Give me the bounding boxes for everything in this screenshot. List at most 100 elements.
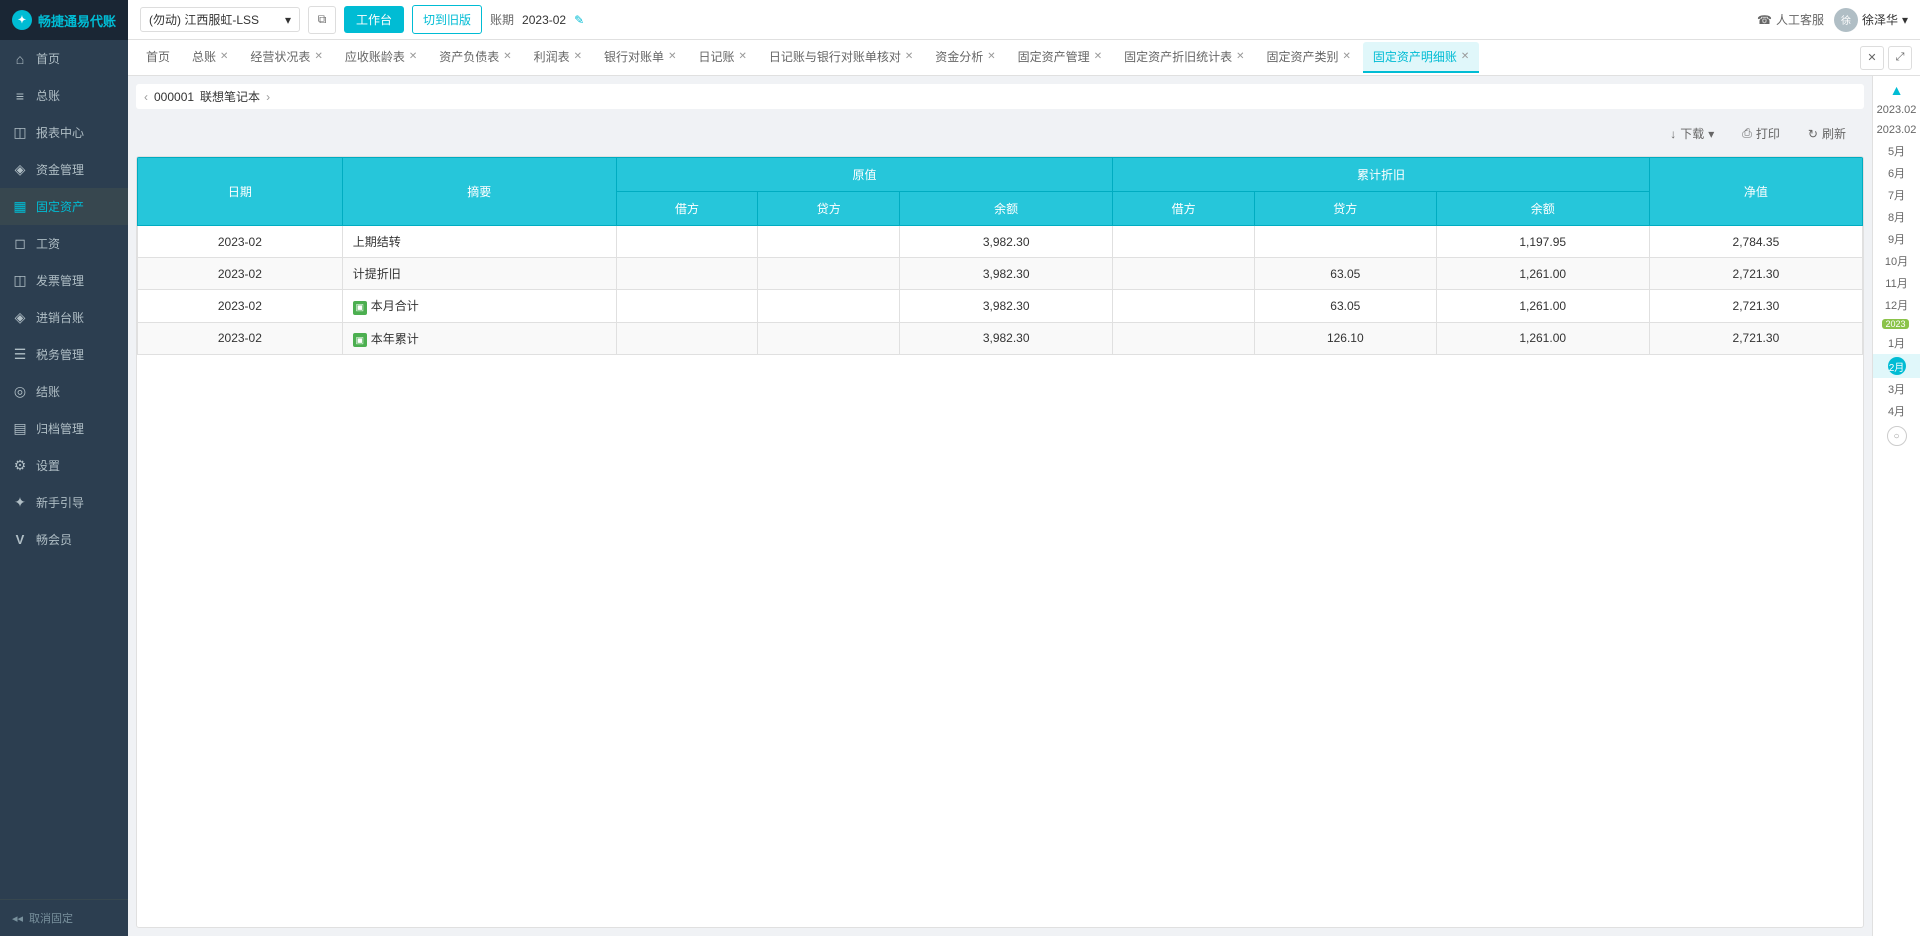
th-depr-balance: 余额 bbox=[1436, 192, 1649, 226]
tab-close-icon[interactable]: ✕ bbox=[738, 51, 746, 62]
cell-orig-debit bbox=[616, 226, 758, 258]
tab-close-icon[interactable]: ✕ bbox=[987, 51, 995, 62]
tab-close-icon[interactable]: ✕ bbox=[1094, 51, 1102, 62]
timeline-month-3[interactable]: 3月 bbox=[1873, 378, 1920, 400]
tab-receivable[interactable]: 应收账龄表 ✕ bbox=[335, 42, 427, 73]
tab-label: 固定资产管理 bbox=[1018, 48, 1090, 65]
sidebar-item-tax[interactable]: ☰ 税务管理 bbox=[0, 336, 128, 373]
sidebar-item-invoice[interactable]: ◫ 发票管理 bbox=[0, 262, 128, 299]
company-dropdown-icon: ▾ bbox=[285, 13, 291, 27]
sidebar-item-archive[interactable]: ▤ 归档管理 bbox=[0, 410, 128, 447]
period-value: 2023-02 bbox=[522, 13, 566, 27]
company-selector[interactable]: (勿动) 江西服虹-LSS ▾ bbox=[140, 7, 300, 32]
sidebar-item-close[interactable]: ◎ 结账 bbox=[0, 373, 128, 410]
tab-bank[interactable]: 银行对账单 ✕ bbox=[594, 42, 686, 73]
timeline-month-9[interactable]: 9月 bbox=[1873, 228, 1920, 250]
active-month-badge[interactable]: 2月 bbox=[1888, 357, 1906, 375]
tab-close-icon[interactable]: ✕ bbox=[220, 51, 228, 62]
cell-depr-balance: 1,261.00 bbox=[1436, 322, 1649, 355]
page-content: ‹ 000001 联想笔记本 › ↓ 下载 ▾ ⎙ 打印 ↻ 刷新 bbox=[128, 76, 1872, 936]
tab-close-icon[interactable]: ✕ bbox=[1343, 51, 1351, 62]
archive-icon: ▤ bbox=[12, 420, 28, 437]
tab-ledger[interactable]: 总账 ✕ bbox=[182, 42, 238, 73]
timeline-month-6[interactable]: 6月 bbox=[1873, 162, 1920, 184]
workbench-button[interactable]: 工作台 bbox=[344, 6, 404, 33]
sidebar-item-guide[interactable]: ✦ 新手引导 bbox=[0, 484, 128, 521]
tab-label: 首页 bbox=[146, 48, 170, 65]
tab-close-icon[interactable]: ✕ bbox=[905, 51, 913, 62]
tab-status[interactable]: 经营状况表 ✕ bbox=[240, 42, 332, 73]
tab-assets[interactable]: 资产负债表 ✕ bbox=[429, 42, 521, 73]
sidebar-item-sales[interactable]: ◈ 进销台账 bbox=[0, 299, 128, 336]
tab-label: 应收账龄表 bbox=[345, 48, 405, 65]
period-edit-icon[interactable]: ✎ bbox=[574, 13, 584, 27]
user-menu[interactable]: 徐 徐泽华 ▾ bbox=[1834, 8, 1908, 32]
download-button[interactable]: ↓ 下载 ▾ bbox=[1660, 121, 1724, 146]
sidebar-item-settings[interactable]: ⚙ 设置 bbox=[0, 447, 128, 484]
timeline-up-button[interactable]: ▲ bbox=[1887, 80, 1907, 100]
tab-close-icon[interactable]: ✕ bbox=[574, 51, 582, 62]
timeline-month-1[interactable]: 1月 bbox=[1873, 332, 1920, 354]
sidebar-item-home[interactable]: ⌂ 首页 bbox=[0, 40, 128, 77]
tab-label: 资金分析 bbox=[935, 48, 983, 65]
cell-depr-debit bbox=[1113, 290, 1255, 323]
timeline-current-year-badge[interactable]: 2023 bbox=[1873, 316, 1920, 332]
sidebar-item-label: 固定资产 bbox=[36, 198, 84, 215]
sidebar-item-reports[interactable]: ◫ 报表中心 bbox=[0, 114, 128, 151]
timeline-year-label[interactable]: 2023.02 bbox=[1875, 120, 1919, 140]
tab-journal[interactable]: 日记账 ✕ bbox=[688, 42, 756, 73]
sidebar-item-salary[interactable]: ◻ 工资 bbox=[0, 225, 128, 262]
switch-version-button[interactable]: 切到旧版 bbox=[412, 5, 482, 34]
cell-depr-credit: 63.05 bbox=[1254, 258, 1436, 290]
tab-profit[interactable]: 利润表 ✕ bbox=[524, 42, 592, 73]
timeline-month-2[interactable]: 2月 bbox=[1873, 354, 1920, 378]
sidebar-item-fixed[interactable]: ▦ 固定资产 bbox=[0, 188, 128, 225]
tab-depreciation[interactable]: 固定资产折旧统计表 ✕ bbox=[1114, 42, 1254, 73]
th-accumulated-depr-group: 累计折旧 bbox=[1113, 158, 1650, 192]
copy-button[interactable]: ⧉ bbox=[308, 6, 336, 34]
breadcrumb-forward[interactable]: › bbox=[266, 90, 270, 104]
tab-category[interactable]: 固定资产类别 ✕ bbox=[1256, 42, 1360, 73]
sidebar-item-label: 资金管理 bbox=[36, 161, 84, 178]
tab-fullscreen-button[interactable]: ⤢ bbox=[1888, 46, 1912, 70]
th-original-debit: 借方 bbox=[616, 192, 758, 226]
tab-detail[interactable]: 固定资产明细账 ✕ bbox=[1363, 42, 1479, 73]
period-prefix: 账期 bbox=[490, 11, 514, 28]
timeline-month-4[interactable]: 4月 bbox=[1873, 400, 1920, 422]
cell-orig-debit bbox=[616, 290, 758, 323]
sidebar-item-fund[interactable]: ◈ 资金管理 bbox=[0, 151, 128, 188]
timeline-month-7[interactable]: 7月 bbox=[1873, 184, 1920, 206]
tab-close-icon[interactable]: ✕ bbox=[1461, 51, 1469, 62]
cell-orig-balance: 3,982.30 bbox=[900, 226, 1113, 258]
timeline-circle-button[interactable]: ○ bbox=[1887, 426, 1907, 446]
sidebar-item-member[interactable]: V 畅会员 bbox=[0, 521, 128, 558]
tab-close-icon[interactable]: ✕ bbox=[409, 51, 417, 62]
service-button[interactable]: ☎ 人工客服 bbox=[1757, 11, 1824, 28]
sidebar-item-label: 发票管理 bbox=[36, 272, 84, 289]
tab-close-icon[interactable]: ✕ bbox=[1236, 51, 1244, 62]
print-button[interactable]: ⎙ 打印 bbox=[1732, 121, 1790, 146]
cell-orig-balance: 3,982.30 bbox=[900, 258, 1113, 290]
timeline-month-8[interactable]: 8月 bbox=[1873, 206, 1920, 228]
close-accounts-icon: ◎ bbox=[12, 383, 28, 400]
timeline-month-12[interactable]: 12月 bbox=[1873, 294, 1920, 316]
tab-close-icon[interactable]: ✕ bbox=[668, 51, 676, 62]
timeline-month-10[interactable]: 10月 bbox=[1873, 250, 1920, 272]
refresh-button[interactable]: ↻ 刷新 bbox=[1798, 121, 1856, 146]
cell-depr-debit bbox=[1113, 322, 1255, 355]
sidebar-item-ledger[interactable]: ≡ 总账 bbox=[0, 77, 128, 114]
tab-fixed-mgr[interactable]: 固定资产管理 ✕ bbox=[1008, 42, 1112, 73]
sidebar-item-label: 归档管理 bbox=[36, 420, 84, 437]
tab-close-icon[interactable]: ✕ bbox=[314, 51, 322, 62]
timeline-month-5[interactable]: 5月 bbox=[1873, 140, 1920, 162]
breadcrumb-back[interactable]: ‹ bbox=[144, 90, 148, 104]
tab-reconcile[interactable]: 日记账与银行对账单核对 ✕ bbox=[759, 42, 923, 73]
timeline-year-2023-top[interactable]: 2023.02 bbox=[1875, 100, 1919, 120]
tab-close-icon[interactable]: ✕ bbox=[503, 51, 511, 62]
timeline-month-11[interactable]: 11月 bbox=[1873, 272, 1920, 294]
asset-code: 000001 bbox=[154, 90, 194, 104]
tab-fund[interactable]: 资金分析 ✕ bbox=[925, 42, 1005, 73]
tab-home[interactable]: 首页 bbox=[136, 42, 180, 73]
sidebar-pin-toggle[interactable]: ◂◂ 取消固定 bbox=[0, 899, 128, 936]
tab-close-all-button[interactable]: ✕ bbox=[1860, 46, 1884, 70]
